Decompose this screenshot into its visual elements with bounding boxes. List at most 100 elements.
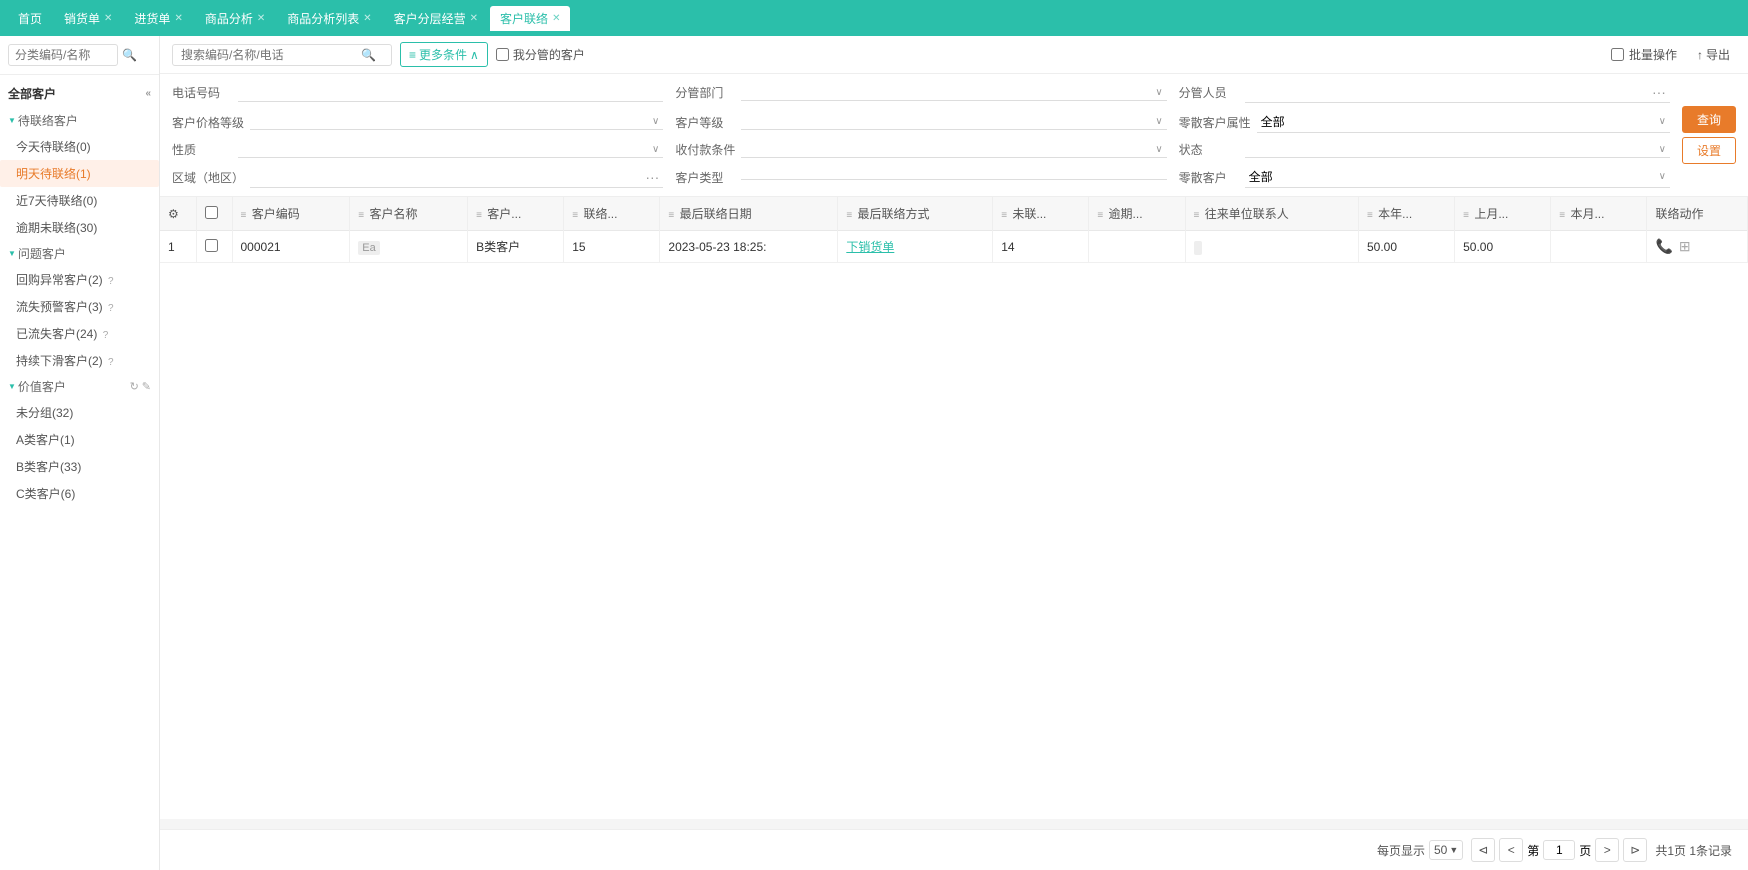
payment-select[interactable]: ∨ bbox=[741, 142, 1166, 158]
customer-level-select[interactable]: ∨ bbox=[741, 114, 1166, 130]
filter-panel: 电话号码 分管部门 ∨ 分管人员 bbox=[160, 74, 1748, 197]
nav-item-sales[interactable]: 销货单 ✕ bbox=[54, 6, 122, 31]
next-page-btn[interactable]: > bbox=[1595, 838, 1619, 862]
retail-attr-select[interactable]: 全部 ∨ bbox=[1257, 111, 1670, 133]
sidebar-item-overdue-contact[interactable]: 逾期未联络(30) bbox=[0, 214, 159, 241]
sidebar-item-churn-warning[interactable]: 流失预警客户(3) ? bbox=[0, 293, 159, 320]
sort-icon[interactable]: ≡ bbox=[1463, 210, 1469, 221]
search-input[interactable] bbox=[181, 48, 361, 62]
close-icon[interactable]: ✕ bbox=[104, 13, 112, 24]
batch-checkbox[interactable] bbox=[1611, 48, 1624, 61]
first-page-btn[interactable]: ⊲ bbox=[1471, 838, 1495, 862]
sort-icon[interactable]: ≡ bbox=[1559, 210, 1565, 221]
nav-item-customer-contact[interactable]: 客户联络 ✕ bbox=[490, 6, 570, 31]
my-customers-checkbox[interactable] bbox=[496, 48, 509, 61]
sort-icon[interactable]: ≡ bbox=[358, 210, 364, 221]
person-select[interactable]: ··· bbox=[1245, 82, 1670, 103]
nav-item-purchase[interactable]: 进货单 ✕ bbox=[124, 6, 192, 31]
close-icon[interactable]: ✕ bbox=[470, 13, 478, 24]
triangle-icon: ▼ bbox=[8, 249, 16, 258]
price-level-select[interactable]: ∨ bbox=[250, 114, 663, 130]
close-icon[interactable]: ✕ bbox=[174, 13, 182, 24]
close-icon[interactable]: ✕ bbox=[552, 13, 560, 24]
sort-icon[interactable]: ≡ bbox=[241, 210, 247, 221]
nav-item-analysis[interactable]: 商品分析 ✕ bbox=[195, 6, 275, 31]
col-last-contact-method: ≡ 最后联络方式 bbox=[838, 197, 993, 231]
close-icon[interactable]: ✕ bbox=[363, 13, 371, 24]
sort-icon[interactable]: ≡ bbox=[668, 210, 674, 221]
filter-nature: 性质 ∨ bbox=[172, 141, 663, 158]
total-info: 共1页 1条记录 bbox=[1655, 842, 1732, 859]
pagination: 每页显示 50 ▼ ⊲ < 第 页 > bbox=[160, 829, 1748, 870]
sort-icon[interactable]: ≡ bbox=[846, 210, 852, 221]
search-icon[interactable]: 🔍 bbox=[122, 48, 137, 62]
phone-icon[interactable]: 📞 bbox=[1655, 238, 1672, 255]
filter-more-btn[interactable]: ≡ 更多条件 ∧ bbox=[400, 42, 488, 67]
sidebar-item-declining[interactable]: 持续下滑客户(2) ? bbox=[0, 347, 159, 374]
sidebar-item-ungrouped[interactable]: 未分组(32) bbox=[0, 399, 159, 426]
sidebar-item-7days-contact[interactable]: 近7天待联络(0) bbox=[0, 187, 159, 214]
dept-select[interactable]: ∨ bbox=[741, 85, 1166, 101]
region-select[interactable]: ··· bbox=[250, 167, 663, 188]
chevron-down-icon: ∨ bbox=[1155, 87, 1162, 98]
select-all-checkbox[interactable] bbox=[205, 206, 218, 219]
help-icon: ? bbox=[108, 276, 114, 287]
col-customer-type: ≡ 客户... bbox=[468, 197, 564, 231]
batch-op-btn[interactable]: 批量操作 bbox=[1605, 43, 1683, 66]
search-icon[interactable]: 🔍 bbox=[361, 48, 376, 62]
more-dots-icon[interactable]: ··· bbox=[645, 169, 659, 185]
sidebar-item-abnormal-repurchase[interactable]: 回购异常客户(2) ? bbox=[0, 266, 159, 293]
edit-icon[interactable]: ✎ bbox=[142, 380, 151, 393]
page-number-input[interactable] bbox=[1543, 840, 1575, 860]
sort-icon[interactable]: ≡ bbox=[476, 210, 482, 221]
col-settings: ⚙ bbox=[160, 197, 196, 231]
customer-type-select[interactable] bbox=[741, 175, 1166, 180]
nature-select[interactable]: ∨ bbox=[238, 142, 663, 158]
query-button[interactable]: 查询 bbox=[1682, 106, 1736, 133]
chevron-down-icon: ∨ bbox=[652, 116, 659, 127]
sidebar-item-b-class[interactable]: B类客户(33) bbox=[0, 453, 159, 480]
sort-icon[interactable]: ≡ bbox=[1097, 210, 1103, 221]
chevron-down-icon: ∨ bbox=[1659, 116, 1666, 127]
sidebar-item-churned[interactable]: 已流失客户(24) ? bbox=[0, 320, 159, 347]
nav-item-home[interactable]: 首页 bbox=[8, 6, 52, 31]
export-btn[interactable]: ↑ 导出 bbox=[1691, 43, 1736, 66]
triangle-icon: ▼ bbox=[8, 116, 16, 125]
col-unit-contact: ≡ 往来单位联系人 bbox=[1185, 197, 1358, 231]
sort-icon[interactable]: ≡ bbox=[1194, 210, 1200, 221]
close-icon[interactable]: ✕ bbox=[257, 13, 265, 24]
sidebar-item-today-contact[interactable]: 今天待联络(0) bbox=[0, 133, 159, 160]
collapse-icon[interactable]: « bbox=[145, 88, 151, 99]
chevron-down-icon: ∨ bbox=[652, 144, 659, 155]
sidebar-all-customers[interactable]: 全部客户 « bbox=[0, 79, 159, 108]
last-page-btn[interactable]: ⊳ bbox=[1623, 838, 1647, 862]
last-method-link[interactable]: 下销货单 bbox=[846, 240, 894, 254]
refresh-icon[interactable]: ↻ bbox=[130, 380, 139, 393]
filter-region: 区域（地区） ··· bbox=[172, 167, 663, 188]
phone-input[interactable] bbox=[238, 83, 663, 102]
nav-item-customer-tier[interactable]: 客户分层经营 ✕ bbox=[384, 6, 488, 31]
sidebar-search-input[interactable] bbox=[8, 44, 118, 66]
qrcode-icon[interactable]: ⊞ bbox=[1679, 238, 1691, 255]
more-dots-icon[interactable]: ··· bbox=[1652, 84, 1666, 100]
sort-icon[interactable]: ≡ bbox=[572, 210, 578, 221]
status-select[interactable]: ∨ bbox=[1245, 142, 1670, 158]
retail-select[interactable]: 全部 ∨ bbox=[1245, 166, 1670, 188]
filter-row-4: 区域（地区） ··· 客户类型 bbox=[172, 166, 1670, 188]
export-icon: ↑ bbox=[1697, 48, 1703, 62]
filter-phone: 电话号码 bbox=[172, 83, 663, 102]
set-button[interactable]: 设置 bbox=[1682, 137, 1736, 164]
filter-actions: 查询 设置 bbox=[1682, 82, 1736, 188]
row-contact-count: 15 bbox=[564, 231, 660, 263]
sidebar-item-a-class[interactable]: A类客户(1) bbox=[0, 426, 159, 453]
sidebar-item-c-class[interactable]: C类客户(6) bbox=[0, 480, 159, 507]
nav-item-analysis-list[interactable]: 商品分析列表 ✕ bbox=[277, 6, 381, 31]
prev-page-btn[interactable]: < bbox=[1499, 838, 1523, 862]
row-select-checkbox[interactable] bbox=[205, 239, 218, 252]
sort-icon[interactable]: ≡ bbox=[1367, 210, 1373, 221]
sort-icon[interactable]: ≡ bbox=[1001, 210, 1007, 221]
settings-icon[interactable]: ⚙ bbox=[168, 207, 179, 221]
page-size-select[interactable]: 50 ▼ bbox=[1429, 840, 1463, 860]
scroll-bar[interactable] bbox=[160, 819, 1748, 829]
sidebar-item-tomorrow-contact[interactable]: 明天待联络(1) bbox=[0, 160, 159, 187]
